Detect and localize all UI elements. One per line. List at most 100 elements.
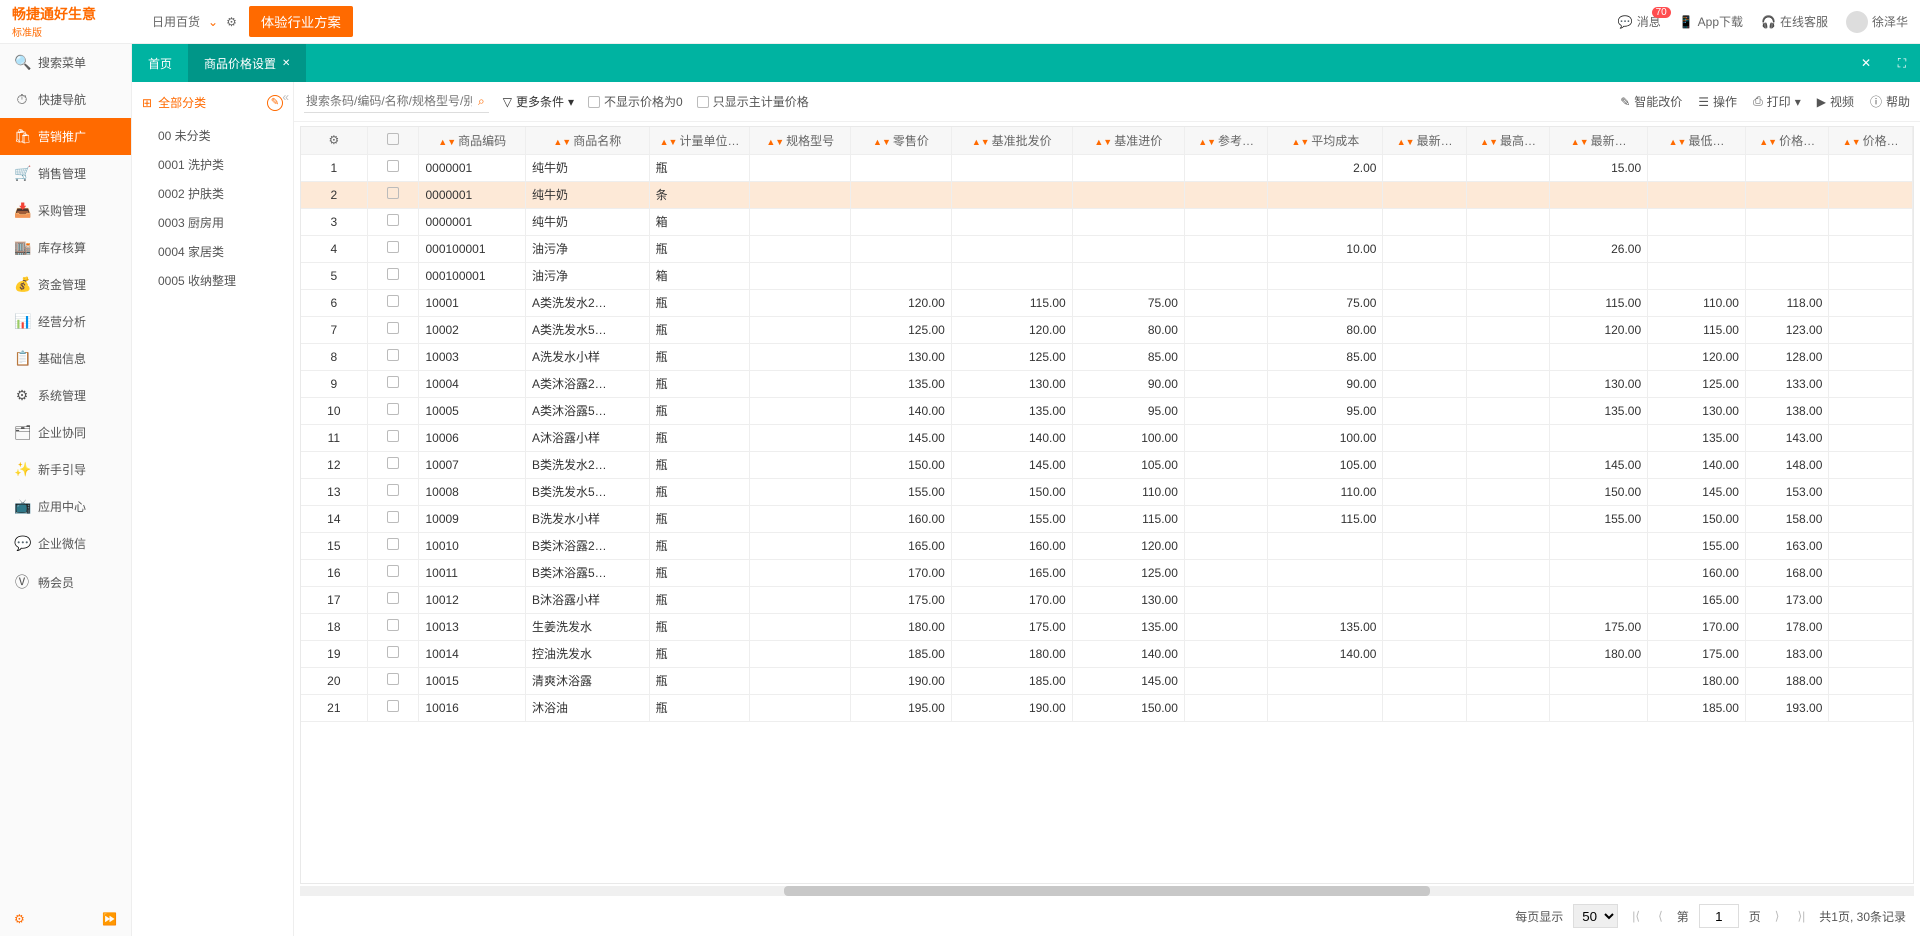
col-header[interactable]: ▲▼基准进价 — [1072, 127, 1184, 154]
last-page-icon[interactable]: ⟩| — [1793, 909, 1809, 923]
tab-home[interactable]: 首页 — [132, 44, 188, 82]
row-checkbox[interactable] — [387, 673, 399, 685]
sort-icon[interactable]: ▲▼ — [1094, 137, 1112, 147]
row-checkbox[interactable] — [387, 241, 399, 253]
row-checkbox[interactable] — [387, 376, 399, 388]
col-header[interactable]: ▲▼平均成本 — [1268, 127, 1383, 154]
table-row[interactable]: 1910014控油洗发水瓶185.00180.00140.00140.00180… — [301, 640, 1913, 667]
table-row[interactable]: 910004A类沐浴露2…瓶135.00130.0090.0090.00130.… — [301, 370, 1913, 397]
hide-zero-checkbox[interactable]: 不显示价格为0 — [588, 93, 683, 110]
col-header[interactable]: ▲▼最高… — [1466, 127, 1549, 154]
row-checkbox[interactable] — [387, 214, 399, 226]
fullscreen-icon[interactable]: ⛶ — [1884, 56, 1920, 71]
sort-icon[interactable]: ▲▼ — [873, 137, 891, 147]
sort-icon[interactable]: ▲▼ — [660, 137, 678, 147]
sort-icon[interactable]: ▲▼ — [1480, 137, 1498, 147]
nav-item-企业协同[interactable]: 🗂企业协同 — [0, 414, 131, 451]
next-page-icon[interactable]: ⟩ — [1771, 909, 1784, 923]
table-row[interactable]: 1210007B类洗发水2…瓶150.00145.00105.00105.001… — [301, 451, 1913, 478]
nav-item-营销推广[interactable]: 🛍营销推广 — [0, 118, 131, 155]
nav-item-基础信息[interactable]: 📋基础信息 — [0, 340, 131, 377]
sort-icon[interactable]: ▲▼ — [1198, 137, 1216, 147]
row-checkbox[interactable] — [387, 538, 399, 550]
more-filters[interactable]: ▽更多条件▾ — [503, 93, 574, 110]
app-download-link[interactable]: 📱App下载 — [1679, 13, 1743, 30]
print-button[interactable]: ⎙打印▾ — [1753, 93, 1801, 110]
nav-item-搜索菜单[interactable]: 🔍搜索菜单 — [0, 44, 131, 81]
sort-icon[interactable]: ▲▼ — [1571, 137, 1589, 147]
panel-collapse-icon[interactable]: « — [282, 90, 289, 104]
nav-item-资金管理[interactable]: 💰资金管理 — [0, 266, 131, 303]
sort-icon[interactable]: ▲▼ — [1759, 137, 1777, 147]
row-checkbox[interactable] — [387, 322, 399, 334]
table-row[interactable]: 20000001纯牛奶条 — [301, 181, 1913, 208]
table-row[interactable]: 1510010B类沐浴露2…瓶165.00160.00120.00155.001… — [301, 532, 1913, 559]
sort-icon[interactable]: ▲▼ — [1291, 137, 1309, 147]
edit-icon[interactable]: ✎ — [267, 95, 283, 111]
tabs-close-all[interactable]: ✕ — [1848, 56, 1884, 71]
col-header[interactable]: ▲▼最新… — [1383, 127, 1466, 154]
category-item[interactable]: 0002 护肤类 — [154, 179, 293, 208]
table-row[interactable]: 1010005A类沐浴露5…瓶140.00135.0095.0095.00135… — [301, 397, 1913, 424]
gear-icon[interactable]: ⚙ — [226, 15, 237, 29]
trial-button[interactable]: 体验行业方案 — [249, 6, 353, 37]
table-row[interactable]: 1710012B沐浴露小样瓶175.00170.00130.00165.0017… — [301, 586, 1913, 613]
store-selector[interactable]: 日用百货 ⌄ ⚙ — [152, 13, 237, 30]
col-header[interactable]: ▲▼参考… — [1184, 127, 1267, 154]
row-checkbox[interactable] — [387, 646, 399, 658]
category-item[interactable]: 0003 厨房用 — [154, 208, 293, 237]
search-icon[interactable]: ⌕ — [474, 94, 489, 109]
category-item[interactable]: 00 未分类 — [154, 121, 293, 150]
row-checkbox[interactable] — [387, 457, 399, 469]
row-checkbox[interactable] — [387, 700, 399, 712]
category-item[interactable]: 0004 家居类 — [154, 237, 293, 266]
sort-icon[interactable]: ▲▼ — [1843, 137, 1861, 147]
page-size-select[interactable]: 50 — [1573, 904, 1618, 928]
nav-item-销售管理[interactable]: 🛒销售管理 — [0, 155, 131, 192]
table-row[interactable]: 2010015清爽沐浴露瓶190.00185.00145.00180.00188… — [301, 667, 1913, 694]
sort-icon[interactable]: ▲▼ — [553, 137, 571, 147]
category-item[interactable]: 0001 洗护类 — [154, 150, 293, 179]
first-page-icon[interactable]: |⟨ — [1628, 909, 1644, 923]
main-unit-checkbox[interactable]: 只显示主计量价格 — [697, 93, 809, 110]
collapse-icon[interactable]: ⏩ — [102, 912, 117, 926]
horizontal-scrollbar[interactable] — [300, 886, 1914, 896]
row-checkbox[interactable] — [387, 511, 399, 523]
col-header[interactable]: ▲▼最新… — [1550, 127, 1648, 154]
table-row[interactable]: 610001A类洗发水2…瓶120.00115.0075.0075.00115.… — [301, 289, 1913, 316]
user-menu[interactable]: 徐泽华 — [1846, 11, 1908, 33]
table-row[interactable]: 2110016沐浴油瓶195.00190.00150.00185.00193.0… — [301, 694, 1913, 721]
col-header[interactable] — [367, 127, 419, 154]
settings-icon[interactable]: ⚙ — [14, 912, 25, 926]
row-checkbox[interactable] — [387, 430, 399, 442]
col-header[interactable]: ▲▼零售价 — [851, 127, 952, 154]
select-all-checkbox[interactable] — [387, 133, 399, 145]
sort-icon[interactable]: ▲▼ — [1669, 137, 1687, 147]
ops-button[interactable]: ☰操作 — [1698, 93, 1737, 110]
nav-item-库存核算[interactable]: 🏬库存核算 — [0, 229, 131, 266]
support-link[interactable]: 🎧在线客服 — [1761, 13, 1828, 30]
sort-icon[interactable]: ▲▼ — [972, 137, 990, 147]
row-checkbox[interactable] — [387, 484, 399, 496]
video-button[interactable]: ▶视频 — [1817, 93, 1854, 110]
gear-icon[interactable]: ⚙ — [328, 133, 339, 147]
col-header[interactable]: ▲▼价格… — [1745, 127, 1828, 154]
tab-price-settings[interactable]: 商品价格设置 ✕ — [188, 44, 306, 82]
table-row[interactable]: 4000100001油污净瓶10.0026.00 — [301, 235, 1913, 262]
nav-item-采购管理[interactable]: 📥采购管理 — [0, 192, 131, 229]
col-header[interactable]: ▲▼规格型号 — [750, 127, 851, 154]
row-checkbox[interactable] — [387, 565, 399, 577]
row-checkbox[interactable] — [387, 592, 399, 604]
category-all[interactable]: ⊞ 全部分类 ✎ — [132, 90, 293, 115]
col-header[interactable]: ▲▼计量单位… — [649, 127, 750, 154]
col-header[interactable]: ▲▼商品编码 — [419, 127, 525, 154]
table-row[interactable]: 810003A洗发水小样瓶130.00125.0085.0085.00120.0… — [301, 343, 1913, 370]
nav-item-系统管理[interactable]: ⚙系统管理 — [0, 377, 131, 414]
prev-page-icon[interactable]: ⟨ — [1654, 909, 1667, 923]
row-checkbox[interactable] — [387, 295, 399, 307]
row-checkbox[interactable] — [387, 403, 399, 415]
nav-item-快捷导航[interactable]: ⏱快捷导航 — [0, 81, 131, 118]
table-row[interactable]: 1610011B类沐浴露5…瓶170.00165.00125.00160.001… — [301, 559, 1913, 586]
close-icon[interactable]: ✕ — [282, 58, 290, 69]
category-item[interactable]: 0005 收纳整理 — [154, 266, 293, 295]
